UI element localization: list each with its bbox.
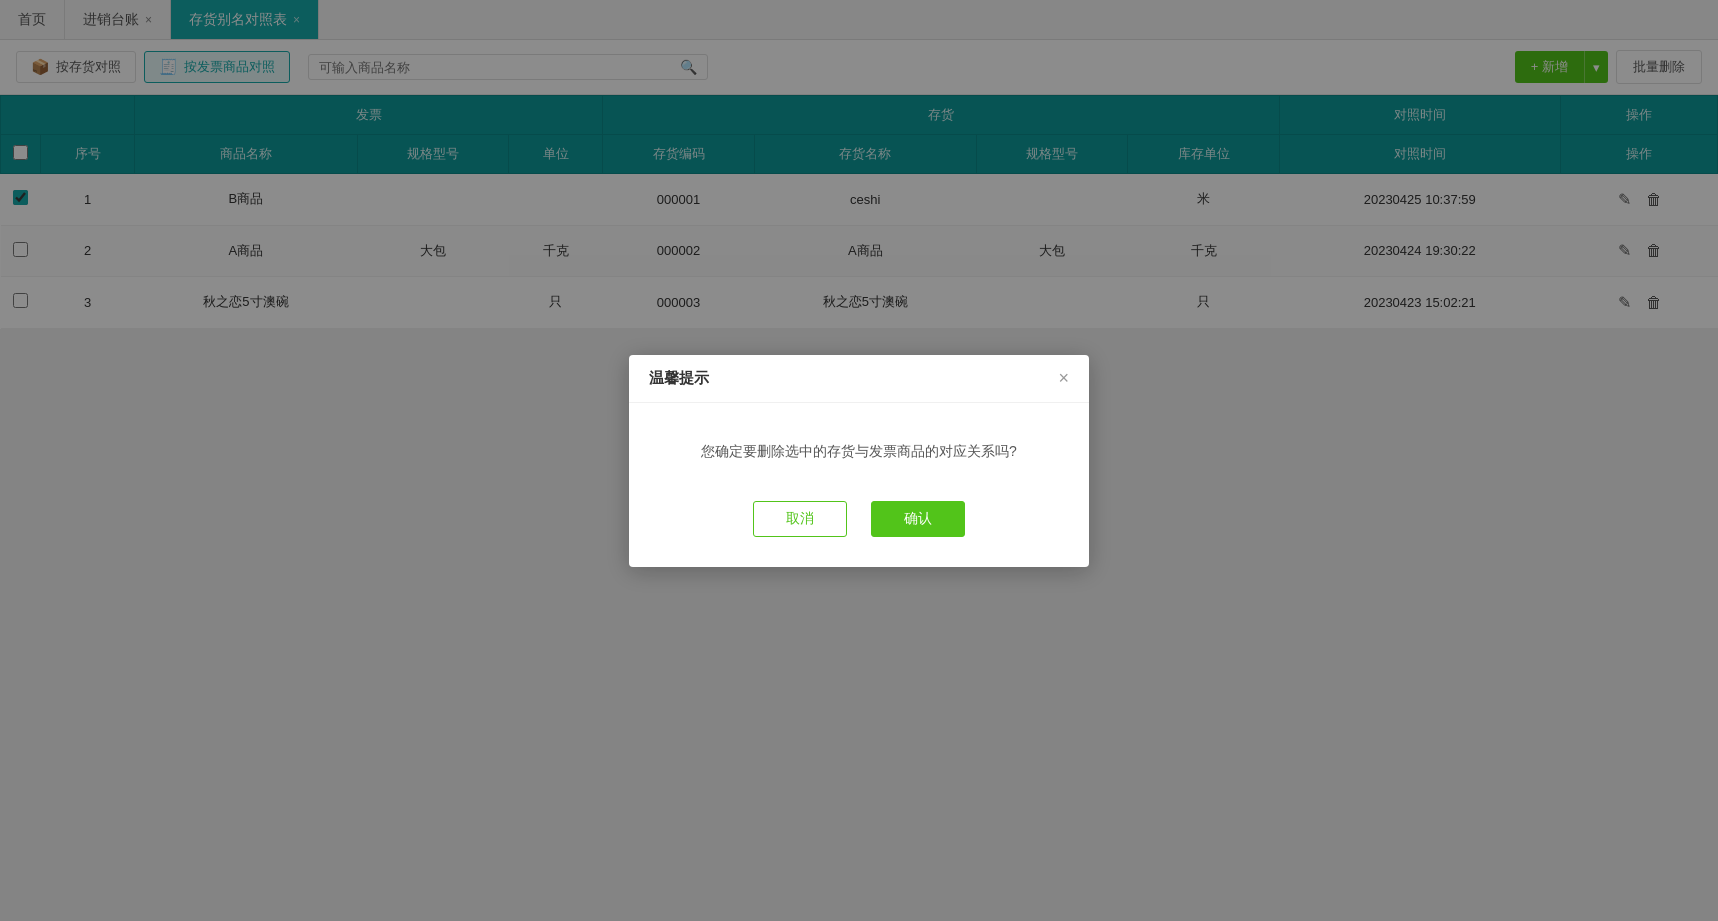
overlay: 温馨提示 × 您确定要删除选中的存货与发票商品的对应关系吗? 取消 确认 xyxy=(0,0,1718,329)
